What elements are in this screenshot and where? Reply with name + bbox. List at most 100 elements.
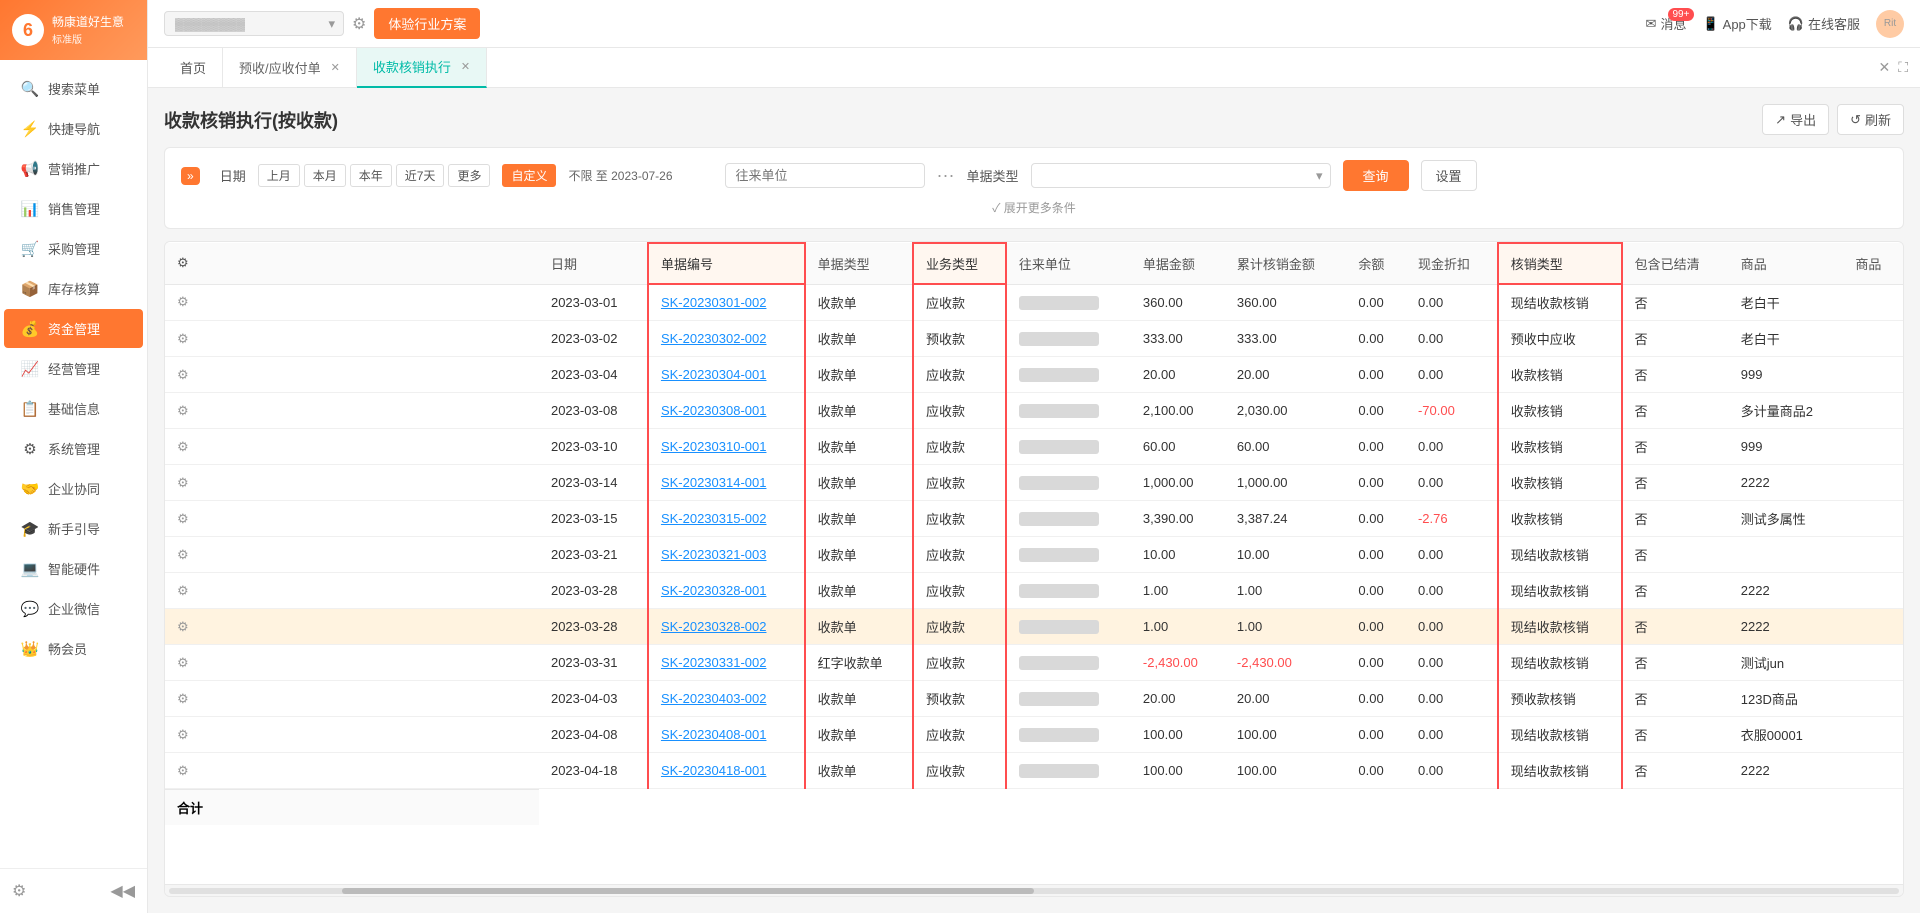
- record-type-select[interactable]: [1031, 163, 1331, 188]
- cell-settled: 否: [1622, 357, 1729, 393]
- cell-gear[interactable]: ⚙: [165, 501, 539, 537]
- sidebar-item-1[interactable]: ⚡快捷导航: [4, 109, 143, 148]
- cell-product2: [1843, 573, 1903, 609]
- sidebar-item-4[interactable]: 🛒采购管理: [4, 229, 143, 268]
- cell-write_off_type: 现结收款核销: [1498, 753, 1622, 789]
- date-btn-近7天[interactable]: 近7天: [396, 164, 445, 187]
- sidebar-item-10[interactable]: 🤝企业协同: [4, 469, 143, 508]
- tab-collection-writeoff[interactable]: 收款核销执行 ✕: [357, 48, 487, 88]
- cell-discount: 0.00: [1406, 321, 1498, 357]
- cell-gear[interactable]: ⚙: [165, 573, 539, 609]
- blurred-data: [1019, 404, 1099, 418]
- cell-gear[interactable]: ⚙: [165, 645, 539, 681]
- tab-prepayment[interactable]: 预收/应收付单 ✕: [223, 48, 357, 88]
- workspace-dropdown[interactable]: ▓▓▓▓▓▓▓▓ ▾: [164, 11, 344, 36]
- cell-product: [1729, 537, 1844, 573]
- cell-doc_no[interactable]: SK-20230310-001: [648, 429, 805, 465]
- cell-doc_no[interactable]: SK-20230328-002: [648, 609, 805, 645]
- cell-settled: 否: [1622, 537, 1729, 573]
- date-btn-更多[interactable]: 更多: [448, 164, 490, 187]
- custom-date-button[interactable]: 自定义: [502, 164, 556, 187]
- cell-gear[interactable]: ⚙: [165, 393, 539, 429]
- sidebar-item-7[interactable]: 📈经营管理: [4, 349, 143, 388]
- sidebar-item-0[interactable]: 🔍搜索菜单: [4, 69, 143, 108]
- industry-solution-button[interactable]: 体验行业方案: [374, 8, 480, 39]
- cell-amount: 2,100.00: [1131, 393, 1225, 429]
- cell-product2: [1843, 717, 1903, 753]
- sidebar-item-5[interactable]: 📦库存核算: [4, 269, 143, 308]
- cell-cum_amount: 100.00: [1225, 717, 1346, 753]
- maximize-icon[interactable]: ⛶: [1898, 59, 1908, 76]
- table-scroll-area[interactable]: ⚙日期单据编号单据类型业务类型往来单位单据金额累计核销金额余额现金折扣核销类型包…: [165, 242, 1903, 884]
- sidebar-label-1: 快捷导航: [48, 119, 100, 138]
- cell-doc_no[interactable]: SK-20230418-001: [648, 753, 805, 789]
- query-button[interactable]: 查询: [1343, 160, 1409, 191]
- cell-gear[interactable]: ⚙: [165, 717, 539, 753]
- col-header-cum_amount: 累计核销金额: [1225, 243, 1346, 284]
- cell-gear[interactable]: ⚙: [165, 753, 539, 789]
- sidebar-item-14[interactable]: 👑畅会员: [4, 629, 143, 668]
- settings-icon[interactable]: ⚙: [12, 881, 26, 901]
- app-download-button[interactable]: 📱 App下载: [1702, 14, 1771, 33]
- cell-doc_type: 收款单: [805, 393, 913, 429]
- cell-gear[interactable]: ⚙: [165, 465, 539, 501]
- cell-gear[interactable]: ⚙: [165, 609, 539, 645]
- tab-prepayment-close[interactable]: ✕: [331, 61, 340, 74]
- filter-settings-button[interactable]: 设置: [1421, 160, 1477, 191]
- cell-partner: [1006, 429, 1131, 465]
- filter-expand-button[interactable]: »: [181, 167, 200, 185]
- table-horizontal-scrollbar[interactable]: [165, 884, 1903, 896]
- table-row: ⚙2023-03-10SK-20230310-001收款单应收款60.0060.…: [165, 429, 1903, 465]
- cell-gear[interactable]: ⚙: [165, 681, 539, 717]
- cell-cum_amount: 360.00: [1225, 284, 1346, 321]
- sidebar-item-11[interactable]: 🎓新手引导: [4, 509, 143, 548]
- sidebar-item-12[interactable]: 💻智能硬件: [4, 549, 143, 588]
- cell-doc_no[interactable]: SK-20230302-002: [648, 321, 805, 357]
- settings-gear-icon[interactable]: ⚙: [352, 14, 366, 34]
- cell-gear[interactable]: ⚙: [165, 284, 539, 321]
- cell-gear[interactable]: ⚙: [165, 429, 539, 465]
- partner-input[interactable]: [725, 163, 925, 188]
- cell-product2: [1843, 284, 1903, 321]
- date-filter-label: 日期: [220, 166, 246, 185]
- cell-doc_no[interactable]: SK-20230304-001: [648, 357, 805, 393]
- topbar-left: ▓▓▓▓▓▓▓▓ ▾ ⚙ 体验行业方案: [164, 8, 1634, 39]
- cell-gear[interactable]: ⚙: [165, 357, 539, 393]
- cell-cum_amount: 60.00: [1225, 429, 1346, 465]
- more-filter-dots[interactable]: ···: [937, 165, 955, 186]
- sidebar-item-9[interactable]: ⚙系统管理: [4, 429, 143, 468]
- page-title: 收款核销执行(按收款): [164, 107, 338, 133]
- close-tab-icon[interactable]: ✕: [1878, 59, 1890, 76]
- cell-gear[interactable]: ⚙: [165, 537, 539, 573]
- expand-conditions-button[interactable]: ✓ 展开更多条件: [992, 199, 1076, 216]
- export-button[interactable]: ↗ 导出: [1762, 104, 1829, 135]
- messages-button[interactable]: ✉ 消息 99+: [1646, 14, 1687, 33]
- tab-collection-writeoff-close[interactable]: ✕: [461, 60, 470, 73]
- sidebar-item-6[interactable]: 💰资金管理: [4, 309, 143, 348]
- sidebar-item-3[interactable]: 📊销售管理: [4, 189, 143, 228]
- date-btn-本月[interactable]: 本月: [304, 164, 346, 187]
- cell-doc_no[interactable]: SK-20230408-001: [648, 717, 805, 753]
- date-btn-本年[interactable]: 本年: [350, 164, 392, 187]
- online-service-button[interactable]: 🎧 在线客服: [1788, 14, 1860, 33]
- sidebar-item-13[interactable]: 💬企业微信: [4, 589, 143, 628]
- cell-doc_no[interactable]: SK-20230328-001: [648, 573, 805, 609]
- cell-doc_no[interactable]: SK-20230331-002: [648, 645, 805, 681]
- blurred-data: [1019, 692, 1099, 706]
- cell-doc_no[interactable]: SK-20230315-002: [648, 501, 805, 537]
- collapse-icon[interactable]: ◀◀: [110, 881, 135, 901]
- cell-doc_no[interactable]: SK-20230321-003: [648, 537, 805, 573]
- cell-gear[interactable]: ⚙: [165, 321, 539, 357]
- user-avatar[interactable]: Rit: [1876, 10, 1904, 38]
- cell-doc_no[interactable]: SK-20230308-001: [648, 393, 805, 429]
- topbar-right: ✉ 消息 99+ 📱 App下载 🎧 在线客服 Rit: [1646, 10, 1904, 38]
- tab-home[interactable]: 首页: [164, 48, 223, 88]
- sidebar-item-8[interactable]: 📋基础信息: [4, 389, 143, 428]
- cell-doc_no[interactable]: SK-20230301-002: [648, 284, 805, 321]
- sidebar-item-2[interactable]: 📢营销推广: [4, 149, 143, 188]
- cell-doc_no[interactable]: SK-20230314-001: [648, 465, 805, 501]
- refresh-button[interactable]: ↺ 刷新: [1837, 104, 1904, 135]
- cell-doc_no[interactable]: SK-20230403-002: [648, 681, 805, 717]
- cell-amount: -2,430.00: [1131, 645, 1225, 681]
- date-btn-上月[interactable]: 上月: [258, 164, 300, 187]
